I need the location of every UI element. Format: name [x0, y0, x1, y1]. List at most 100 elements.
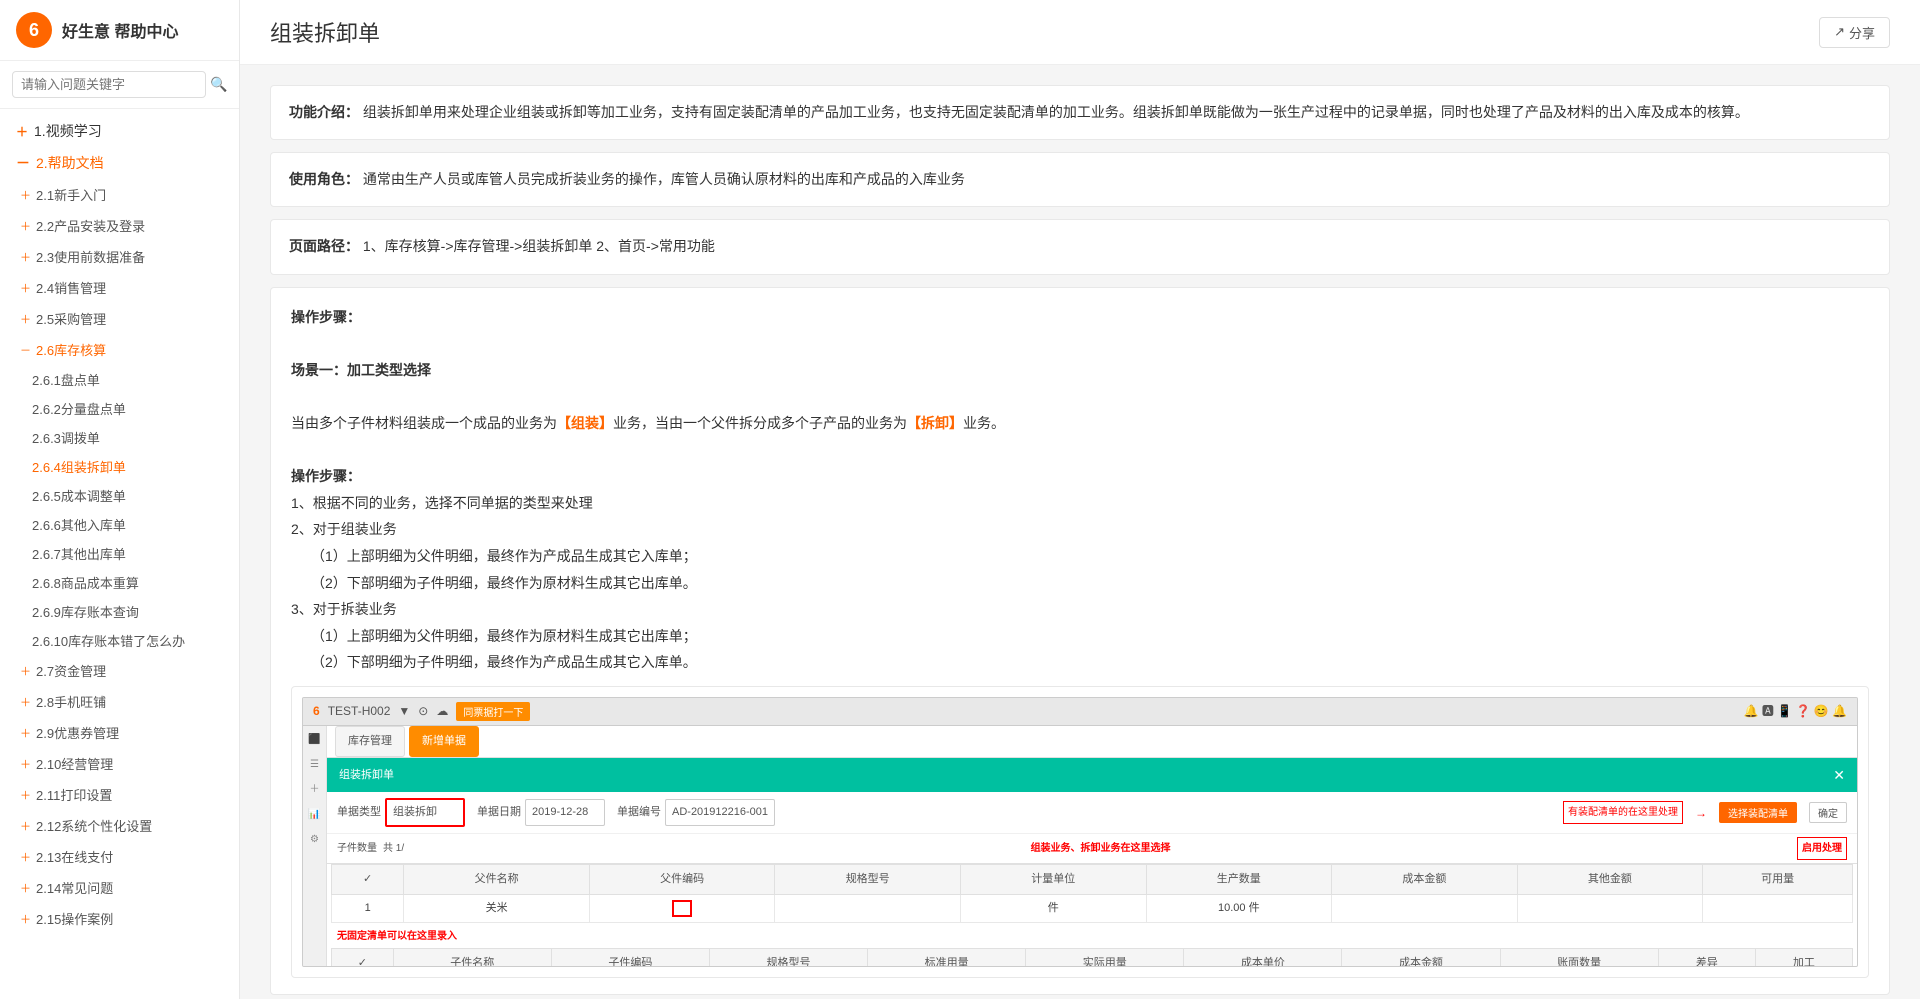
expand-sm-icon: ＋: [20, 880, 31, 896]
sidebar-item-coupon[interactable]: ＋ 2.9优惠券管理: [0, 717, 239, 748]
step1: 1、根据不同的业务，选择不同单据的类型来处理: [291, 490, 1869, 517]
mock-subtype-count: 共 1/: [383, 839, 404, 858]
sidebar-item-docs[interactable]: － 2.帮助文档: [0, 147, 239, 179]
mock-upper-table-header: ✓ 父件名称 父件编码 规格型号 计量单位 生产数量 成本金额 其他金额: [332, 865, 1853, 895]
sidebar-item-stocktake[interactable]: 2.6.1盘点单: [0, 365, 239, 394]
mock-green-title: 组装拆卸单: [339, 765, 394, 786]
mock-field-num: 单据编号 AD-201912216-001: [617, 799, 775, 826]
sidebar-item-cases[interactable]: ＋ 2.15操作案例: [0, 903, 239, 934]
intro-text: 组装拆卸单用来处理企业组装或拆卸等加工业务，支持有固定装配清单的产品加工业务，也…: [363, 104, 1749, 120]
mock-date-label: 单据日期: [477, 802, 521, 823]
expand-sm-icon: ＋: [20, 725, 31, 741]
mock-icon-chart: 📊: [308, 805, 320, 824]
mock-lower-col9: 账面数量: [1500, 949, 1658, 967]
mock-icon1: ⊙: [418, 700, 428, 723]
mock-lower-col10: 差异: [1658, 949, 1755, 967]
page-title: 组装拆卸单: [270, 16, 380, 48]
path-block: 页面路径： 1、库存核算->库存管理->组装拆卸单 2、首页->常用功能: [270, 219, 1890, 274]
mock-field-type: 单据类型 组装拆卸: [337, 798, 465, 827]
sidebar-item-stockerror[interactable]: 2.6.10库存账本错了怎么办: [0, 626, 239, 655]
mock-tab-new[interactable]: 新增单据: [409, 726, 479, 757]
expand-sm-icon: ＋: [20, 694, 31, 710]
mock-enabled-annotation: 启用处理: [1797, 837, 1847, 860]
sidebar-item-faq[interactable]: ＋ 2.14常见问题: [0, 872, 239, 903]
sidebar-item-purchase[interactable]: ＋ 2.5采购管理: [0, 303, 239, 334]
mock-lower-col2: 子件名称: [393, 949, 551, 967]
sidebar-item-mobile[interactable]: ＋ 2.8手机旺铺: [0, 686, 239, 717]
mock-row1-avail: [1703, 895, 1853, 923]
mock-lower-col11: 加工: [1755, 949, 1852, 967]
table-row: 1 关米 件 10.00 件: [332, 895, 1853, 923]
sidebar-item-newcomer[interactable]: ＋ 2.1新手入门: [0, 179, 239, 210]
mock-col-check: ✓: [332, 865, 404, 895]
sidebar-item-inbound[interactable]: 2.6.6其他入库单: [0, 510, 239, 539]
mock-topbtn[interactable]: 同票据打一下: [456, 702, 530, 721]
intro-block: 功能介绍： 组装拆卸单用来处理企业组装或拆卸等加工业务，支持有固定装配清单的产品…: [270, 85, 1890, 140]
assembly-keyword: 【组装】: [557, 415, 613, 431]
mock-bom-btn[interactable]: 选择装配清单: [1719, 802, 1797, 823]
expand-sm-icon: ＋: [20, 911, 31, 927]
main-content: 组装拆卸单 ↗ 分享 功能介绍： 组装拆卸单用来处理企业组装或拆卸等加工业务，支…: [240, 0, 1920, 999]
sidebar-item-ops[interactable]: ＋ 2.10经营管理: [0, 748, 239, 779]
share-button[interactable]: ↗ 分享: [1819, 17, 1890, 48]
sidebar-item-outbound[interactable]: 2.6.7其他出库单: [0, 539, 239, 568]
mock-confirm-btn[interactable]: 确定: [1809, 802, 1847, 823]
mock-lower-col3: 子件编码: [551, 949, 709, 967]
sidebar-item-cost[interactable]: 2.6.5成本调整单: [0, 481, 239, 510]
sidebar-item-sales[interactable]: ＋ 2.4销售管理: [0, 272, 239, 303]
expand-sm-icon: ＋: [20, 663, 31, 679]
scene1-heading: 场景一：加工类型选择: [291, 357, 1869, 384]
sidebar-item-costrecalc[interactable]: 2.6.8商品成本重算: [0, 568, 239, 597]
step2-1: （1）上部明细为父件明细，最终作为产成品生成其它入库单；: [311, 543, 1869, 570]
mock-subtype-label: 子件数量: [337, 839, 377, 858]
step3: 3、对于拆装业务: [291, 596, 1869, 623]
sidebar-item-stockquery[interactable]: 2.6.9库存账本查询: [0, 597, 239, 626]
mock-app-icons: 🔔 🅰 📱 ❓ 😊 🔔: [1744, 700, 1847, 723]
mock-icon-home: ⬛: [308, 730, 320, 749]
mock-lower-col8: 成本金额: [1342, 949, 1500, 967]
mock-upper-table-container: ✓ 父件名称 父件编码 规格型号 计量单位 生产数量 成本金额 其他金额: [327, 864, 1857, 925]
mock-lower-col1: ✓: [332, 949, 394, 967]
sidebar-item-assembly[interactable]: 2.6.4组装拆卸单: [0, 452, 239, 481]
sidebar-item-split[interactable]: 2.6.2分量盘点单: [0, 394, 239, 423]
mock-screenshot: 6 TEST-H002 ▼ ⊙ ☁ 同票据打一下 🔔 🅰 📱 ❓ 😊 🔔 ⬛: [302, 697, 1858, 967]
step3-2: （2）下部明细为子件明细，最终作为产成品生成其它入库单。: [311, 649, 1869, 676]
expand-sm-icon: ＋: [20, 311, 31, 327]
sidebar-item-print[interactable]: ＋ 2.11打印设置: [0, 779, 239, 810]
sidebar-item-install[interactable]: ＋ 2.2产品安装及登录: [0, 210, 239, 241]
sidebar-item-inventory[interactable]: － 2.6库存核算: [0, 334, 239, 365]
mock-date-value[interactable]: 2019-12-28: [525, 799, 605, 826]
mock-lower-col4: 规格型号: [709, 949, 867, 967]
mock-field-date: 单据日期 2019-12-28: [477, 799, 605, 826]
sidebar-item-payment[interactable]: ＋ 2.13在线支付: [0, 841, 239, 872]
mock-close-btn[interactable]: ✕: [1833, 762, 1845, 789]
search-button[interactable]: 🔍: [210, 76, 227, 93]
sidebar-item-data[interactable]: ＋ 2.3使用前数据准备: [0, 241, 239, 272]
mock-lower-table-header: ✓ 子件名称 子件编码 规格型号 标准用量 实际用量 成本单价 成本金额: [332, 949, 1853, 967]
sidebar-item-video[interactable]: ＋ 1.视频学习: [0, 115, 239, 147]
search-input[interactable]: [12, 71, 206, 98]
sidebar-item-adjust[interactable]: 2.6.3调拨单: [0, 423, 239, 452]
app-logo: 6: [16, 12, 52, 48]
mock-type-value[interactable]: 组装拆卸: [385, 798, 465, 827]
mock-top-bar: 6 TEST-H002 ▼ ⊙ ☁ 同票据打一下 🔔 🅰 📱 ❓ 😊 🔔: [303, 698, 1857, 726]
mock-lower-col5: 标准用量: [868, 949, 1026, 967]
sidebar-item-custom[interactable]: ＋ 2.12系统个性化设置: [0, 810, 239, 841]
mock-lower-col6: 实际用量: [1026, 949, 1184, 967]
mock-icon2: ☁: [436, 700, 448, 723]
sidebar: 6 好生意 帮助中心 🔍 ＋ 1.视频学习 － 2.帮助文档 ＋ 2.1新手入门…: [0, 0, 240, 999]
mock-row1-cost: [1332, 895, 1518, 923]
mock-type-row: 子件数量 共 1/ 组装业务、拆卸业务在这里选择 启用处理: [327, 834, 1857, 864]
sidebar-header: 6 好生意 帮助中心: [0, 0, 239, 61]
mock-tab-inventory[interactable]: 库存管理: [335, 726, 405, 757]
step2-2: （2）下部明细为子件明细，最终作为原材料生成其它出库单。: [311, 570, 1869, 597]
mock-logo: 6: [313, 700, 320, 723]
mock-num-value[interactable]: AD-201912216-001: [665, 799, 775, 826]
mock-row1-other: [1517, 895, 1703, 923]
sidebar-item-finance[interactable]: ＋ 2.7资金管理: [0, 655, 239, 686]
mock-row1-code: [589, 895, 775, 923]
role-label: 使用角色：: [289, 171, 359, 187]
expand-sm-icon: ＋: [20, 187, 31, 203]
mock-col-parent-name: 父件名称: [404, 865, 590, 895]
mock-col-cost: 成本金额: [1332, 865, 1518, 895]
